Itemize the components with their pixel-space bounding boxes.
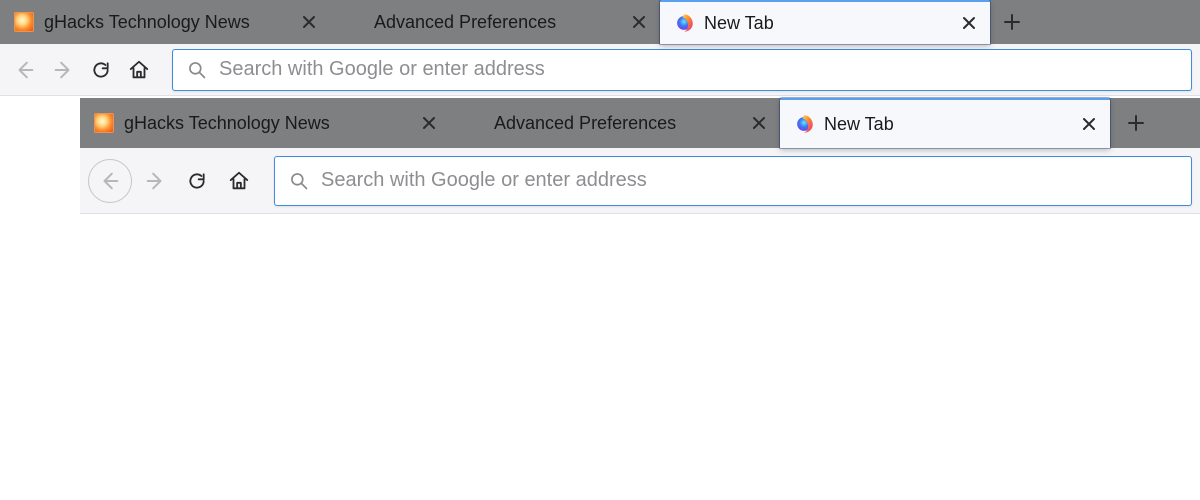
tab-title: New Tab <box>704 13 948 34</box>
tab-advanced-prefs[interactable]: Advanced Preferences <box>330 0 660 44</box>
back-button[interactable] <box>88 159 132 203</box>
tab-strip: gHacks Technology News Advanced Preferen… <box>80 98 1200 148</box>
tab-strip: gHacks Technology News Advanced Preferen… <box>0 0 1200 44</box>
tab-ghacks[interactable]: gHacks Technology News <box>80 98 450 148</box>
tab-title: Advanced Preferences <box>494 113 738 134</box>
url-bar[interactable] <box>274 156 1192 206</box>
close-icon[interactable] <box>1078 113 1100 135</box>
ghacks-favicon <box>94 113 114 133</box>
firefox-icon <box>794 114 814 134</box>
close-icon[interactable] <box>298 11 320 33</box>
close-icon[interactable] <box>628 11 650 33</box>
tab-title: New Tab <box>824 114 1068 135</box>
firefox-icon <box>674 13 694 33</box>
tab-title: gHacks Technology News <box>124 113 408 134</box>
tab-new-tab[interactable]: New Tab <box>660 0 990 44</box>
toolbar <box>0 44 1200 96</box>
reload-button[interactable] <box>84 53 118 87</box>
back-button[interactable] <box>8 53 42 87</box>
new-tab-button[interactable] <box>1110 98 1162 148</box>
tab-ghacks[interactable]: gHacks Technology News <box>0 0 330 44</box>
home-button[interactable] <box>220 162 258 200</box>
search-icon <box>187 60 207 80</box>
address-input[interactable] <box>219 58 1177 81</box>
close-icon[interactable] <box>418 112 440 134</box>
tab-advanced-prefs[interactable]: Advanced Preferences <box>450 98 780 148</box>
close-icon[interactable] <box>748 112 770 134</box>
blank-favicon <box>464 113 484 133</box>
blank-favicon <box>344 12 364 32</box>
url-bar[interactable] <box>172 49 1192 91</box>
reload-button[interactable] <box>178 162 216 200</box>
forward-button[interactable] <box>46 53 80 87</box>
address-input[interactable] <box>321 169 1177 192</box>
search-icon <box>289 171 309 191</box>
forward-button[interactable] <box>136 162 174 200</box>
close-icon[interactable] <box>958 12 980 34</box>
tab-new-tab[interactable]: New Tab <box>780 98 1110 148</box>
toolbar <box>80 148 1200 214</box>
home-button[interactable] <box>122 53 156 87</box>
ghacks-favicon <box>14 12 34 32</box>
browser-window-1: gHacks Technology News Advanced Preferen… <box>0 0 1200 96</box>
new-tab-button[interactable] <box>990 0 1034 44</box>
browser-window-2: gHacks Technology News Advanced Preferen… <box>80 98 1200 214</box>
tab-title: gHacks Technology News <box>44 12 288 33</box>
tab-title: Advanced Preferences <box>374 12 618 33</box>
